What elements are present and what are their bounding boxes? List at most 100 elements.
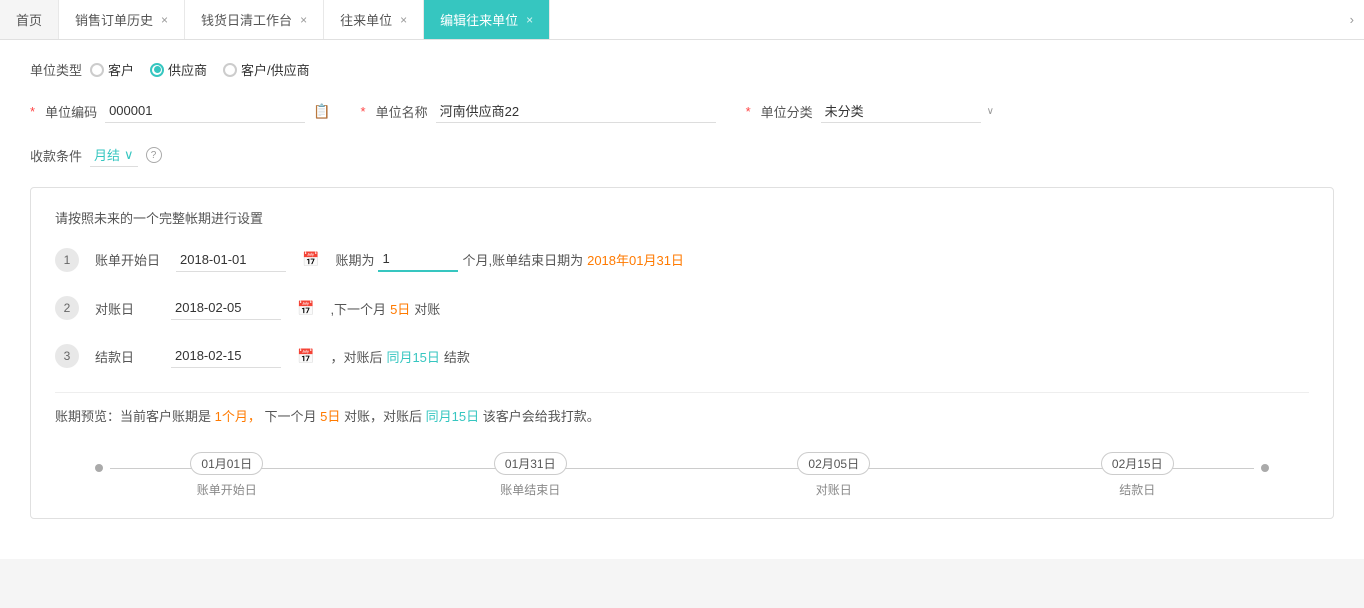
cal-icon-3[interactable]: 📅 — [297, 348, 314, 365]
preview-text: 账期预览：当前客户账期是 1个月， 下一个月 5日 对账，对账后 同月15日 该… — [55, 405, 1309, 428]
chevron-down-payment-icon: ∨ — [124, 147, 134, 163]
reconcile-date-input[interactable] — [171, 296, 281, 320]
unit-category-field: * 单位分类 ∨ — [746, 99, 994, 123]
preview-highlight-1: 1个月， — [215, 409, 261, 424]
end-date-highlight: 2018年01月31日 — [587, 250, 684, 269]
tab-close-edit-partner[interactable]: × — [526, 13, 533, 27]
chevron-down-icon: ∨ — [987, 106, 994, 117]
tab-more-button[interactable]: › — [1340, 0, 1364, 39]
main-content: 单位类型 客户 供应商 客户/供应商 * 单位编码 — [0, 40, 1364, 559]
row-label-3: 结款日 — [95, 347, 155, 366]
row-label-2: 对账日 — [95, 299, 155, 318]
period-input[interactable] — [378, 247, 458, 272]
unit-category-label: 单位分类 — [761, 102, 813, 121]
preview-text-mid2: 对账，对账后 — [344, 409, 422, 424]
setup-row-3: 3 结款日 📅 ，对账后 同月15日 结款 — [55, 344, 1309, 368]
unit-type-label: 单位类型 — [30, 60, 82, 79]
radio-supplier[interactable]: 供应商 — [150, 60, 207, 79]
category-input[interactable] — [821, 99, 981, 123]
timeline-nodes: 01月01日 账单开始日 01月31日 账单结束日 02月05日 对账 — [75, 452, 1289, 498]
reconcile-day-highlight: 5日 — [390, 299, 410, 318]
timeline-node-1: 01月01日 账单开始日 — [75, 452, 379, 498]
cal-icon-2[interactable]: 📅 — [297, 300, 314, 317]
radio-label-both: 客户/供应商 — [241, 60, 310, 79]
help-icon[interactable]: ? — [146, 147, 162, 163]
tab-close-cash-workbench[interactable]: × — [300, 13, 307, 27]
timeline-caption-4: 结款日 — [1119, 481, 1155, 498]
settlement-desc-suffix: 结款 — [444, 347, 470, 366]
timeline-caption-3: 对账日 — [816, 481, 852, 498]
radio-label-supplier: 供应商 — [168, 60, 207, 79]
row-desc-1: 账期为 个月,账单结束日期为 2018年01月31日 — [335, 247, 683, 272]
radio-label-customer: 客户 — [108, 60, 134, 79]
preview-text-mid1: 下一个月 — [265, 409, 317, 424]
tab-cash-workbench[interactable]: 钱货日清工作台 × — [185, 0, 324, 39]
tab-sales-history[interactable]: 销售订单历史 × — [59, 0, 185, 39]
timeline-caption-2: 账单结束日 — [500, 481, 560, 498]
payment-terms-row: 收款条件 月结 ∨ ? — [30, 143, 1334, 167]
row-desc-3: ，对账后 同月15日 结款 — [330, 347, 470, 366]
required-star-category: * — [746, 104, 751, 119]
timeline-node-2: 01月31日 账单结束日 — [379, 452, 683, 498]
section-divider — [55, 392, 1309, 393]
radio-both[interactable]: 客户/供应商 — [223, 60, 310, 79]
preview-highlight-2: 5日 — [320, 409, 340, 424]
payment-terms-label: 收款条件 — [30, 146, 82, 165]
setup-row-1: 1 账单开始日 📅 账期为 个月,账单结束日期为 2018年01月31日 — [55, 247, 1309, 272]
timeline-badge-4: 02月15日 — [1101, 452, 1174, 475]
required-star-code: * — [30, 104, 35, 119]
period-desc-suffix: 个月,账单结束日期为 — [462, 250, 583, 269]
payment-terms-field: 收款条件 月结 ∨ ? — [30, 143, 162, 167]
category-select-wrapper[interactable]: ∨ — [821, 99, 994, 123]
unit-type-row: 单位类型 客户 供应商 客户/供应商 — [30, 60, 1334, 79]
payment-terms-select[interactable]: 月结 ∨ — [90, 143, 138, 167]
reconcile-desc-prefix: ,下一个月 — [330, 299, 386, 318]
unit-name-label: 单位名称 — [376, 102, 428, 121]
radio-circle-customer — [90, 63, 104, 77]
preview-text-end: 该客户会给我打款。 — [483, 409, 600, 424]
reconcile-desc-suffix: 对账 — [414, 299, 440, 318]
radio-circle-supplier — [150, 63, 164, 77]
unit-type-field: 单位类型 客户 供应商 客户/供应商 — [30, 60, 310, 79]
unit-name-input[interactable] — [436, 99, 716, 123]
unit-code-field: * 单位编码 📋 — [30, 99, 331, 123]
setup-row-2: 2 对账日 📅 ,下一个月 5日 对账 — [55, 296, 1309, 320]
settlement-day-highlight: 同月15日 — [386, 347, 439, 366]
timeline-node-3: 02月05日 对账日 — [682, 452, 986, 498]
row-num-1: 1 — [55, 248, 79, 272]
tab-edit-partner[interactable]: 编辑往来单位 × — [424, 0, 550, 39]
row-num-2: 2 — [55, 296, 79, 320]
row-desc-2: ,下一个月 5日 对账 — [330, 299, 440, 318]
timeline-node-4: 02月15日 结款日 — [986, 452, 1290, 498]
setup-section: 请按照未来的一个完整帐期进行设置 1 账单开始日 📅 账期为 个月,账单结束日期… — [30, 187, 1334, 519]
unit-code-label: 单位编码 — [45, 102, 97, 121]
settlement-date-input[interactable] — [171, 344, 281, 368]
tab-close-partner[interactable]: × — [400, 13, 407, 27]
settlement-desc-prefix: ，对账后 — [330, 347, 382, 366]
preview-highlight-3: 同月15日 — [426, 409, 479, 424]
unit-info-row: * 单位编码 📋 * 单位名称 * 单位分类 ∨ — [30, 99, 1334, 123]
tab-bar: 首页 销售订单历史 × 钱货日清工作台 × 往来单位 × 编辑往来单位 × › — [0, 0, 1364, 40]
timeline-caption-1: 账单开始日 — [197, 481, 257, 498]
cal-icon-1[interactable]: 📅 — [302, 251, 319, 268]
required-star-name: * — [361, 104, 366, 119]
radio-circle-both — [223, 63, 237, 77]
start-date-input[interactable] — [176, 248, 286, 272]
unit-code-input[interactable] — [105, 99, 305, 123]
timeline-container: 01月01日 账单开始日 01月31日 账单结束日 02月05日 对账 — [55, 452, 1309, 498]
preview-label: 账期预览：当前客户账期是 — [55, 409, 211, 424]
row-label-1: 账单开始日 — [95, 250, 160, 269]
tab-home[interactable]: 首页 — [0, 0, 59, 39]
tab-partner[interactable]: 往来单位 × — [324, 0, 424, 39]
tab-close-sales-history[interactable]: × — [161, 13, 168, 27]
copy-icon[interactable]: 📋 — [313, 103, 330, 120]
radio-group-unit-type: 客户 供应商 客户/供应商 — [90, 60, 310, 79]
period-desc-prefix: 账期为 — [335, 250, 374, 269]
timeline-badge-1: 01月01日 — [190, 452, 263, 475]
radio-customer[interactable]: 客户 — [90, 60, 134, 79]
unit-name-field: * 单位名称 — [361, 99, 716, 123]
section-title: 请按照未来的一个完整帐期进行设置 — [55, 208, 1309, 227]
timeline-badge-2: 01月31日 — [494, 452, 567, 475]
chevron-right-icon: › — [1350, 12, 1354, 27]
row-num-3: 3 — [55, 344, 79, 368]
